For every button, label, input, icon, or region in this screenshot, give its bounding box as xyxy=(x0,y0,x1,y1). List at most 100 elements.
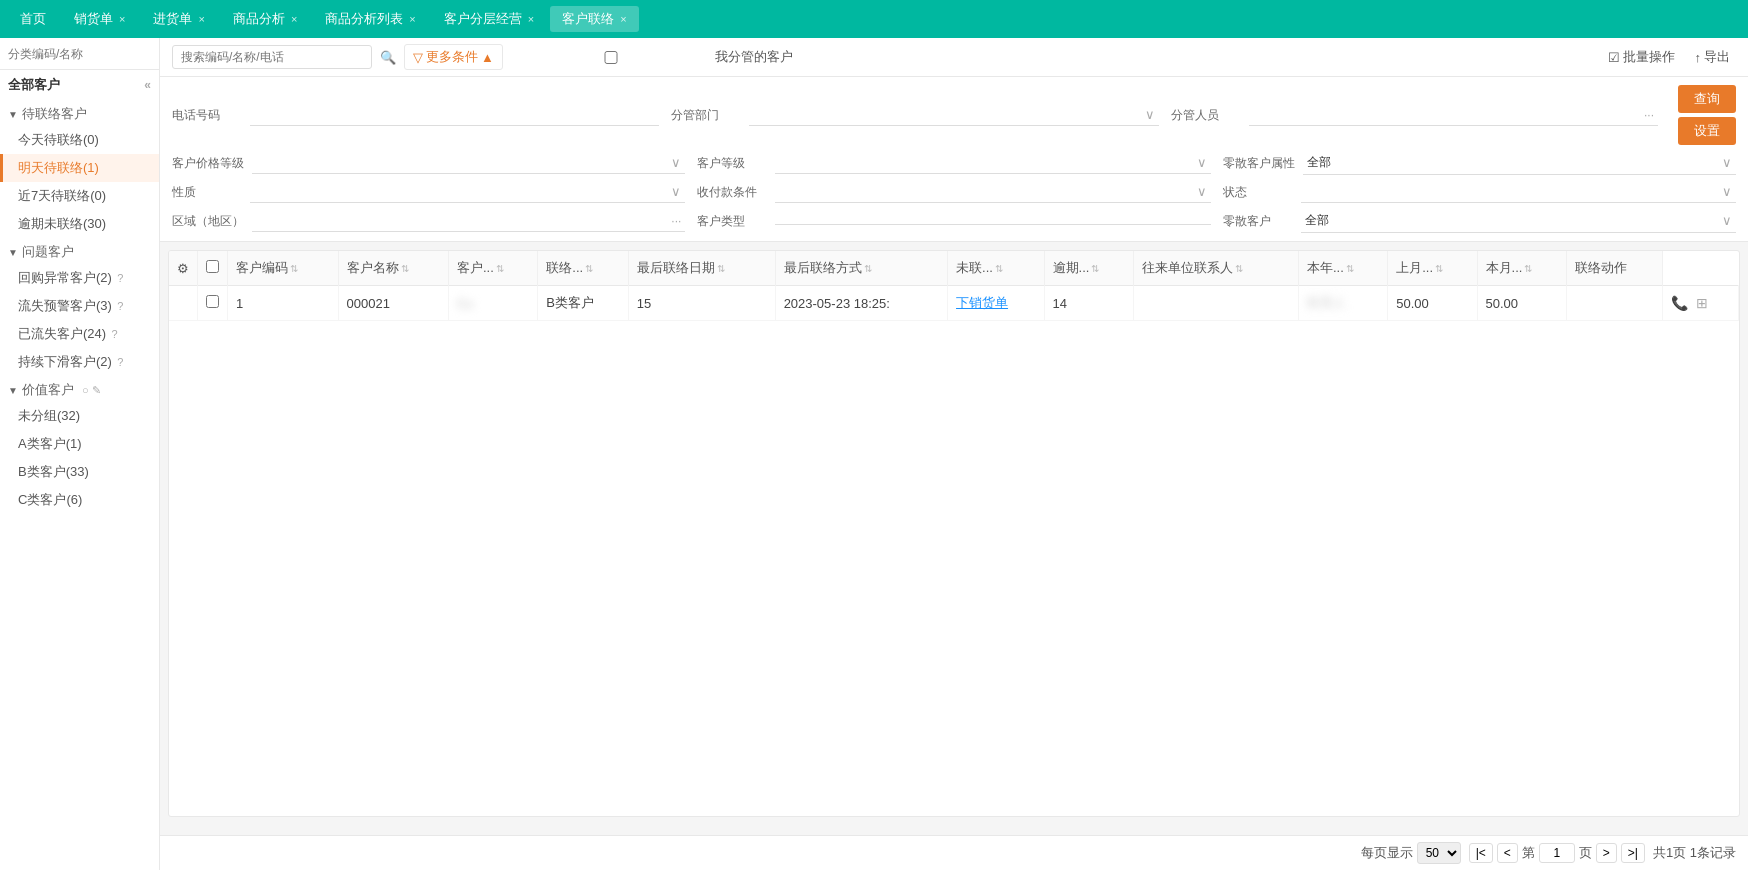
th-no-contact-days[interactable]: 未联...⇅ xyxy=(948,251,1045,286)
select-all-checkbox[interactable] xyxy=(206,260,219,273)
th-this-year[interactable]: 本年...⇅ xyxy=(1298,251,1387,286)
sidebar-item-c-class[interactable]: C类客户(6) xyxy=(0,486,159,514)
set-button[interactable]: 设置 xyxy=(1678,117,1736,145)
nav-product-analysis-list[interactable]: 商品分析列表 × xyxy=(313,6,427,32)
th-last-month[interactable]: 上月...⇅ xyxy=(1388,251,1477,286)
sidebar-item-already-lost[interactable]: 已流失客户(24) ? xyxy=(0,320,159,348)
row-last-month: 50.00 xyxy=(1477,286,1566,321)
customer-price-level-field: 客户价格等级 ∨ xyxy=(172,152,685,174)
filter-bar-right: ☑ 批量操作 ↑ 导出 xyxy=(1602,45,1737,69)
customer-type-select[interactable] xyxy=(775,218,1210,225)
nav-product-analysis[interactable]: 商品分析 × xyxy=(221,6,309,32)
close-customer-contact-icon[interactable]: × xyxy=(620,13,626,25)
sort-icon-thismonth: ⇅ xyxy=(1524,263,1532,274)
customer-price-level-select[interactable]: ∨ xyxy=(252,152,685,174)
row-checkbox[interactable] xyxy=(198,286,228,321)
more-conditions-btn[interactable]: ▽ 更多条件 ▲ xyxy=(404,44,503,70)
sidebar-item-tomorrow[interactable]: 明天待联络(1) xyxy=(0,154,159,182)
all-customers-header[interactable]: 全部客户 « xyxy=(0,70,159,100)
close-sales-order-icon[interactable]: × xyxy=(119,13,125,25)
nav-sales-order[interactable]: 销货单 × xyxy=(62,6,137,32)
table-row: 1 000021 Ea B类客户 15 2023-05-23 18:25: 下销… xyxy=(169,286,1739,321)
collapse-icon: « xyxy=(144,78,151,92)
nav-purchase-order[interactable]: 进货单 × xyxy=(141,6,216,32)
pending-contact-group[interactable]: ▼ 待联络客户 xyxy=(0,100,159,126)
page-size-select[interactable]: 50 xyxy=(1417,842,1461,864)
th-last-contact-date[interactable]: 最后联络日期⇅ xyxy=(628,251,775,286)
value-customers-group[interactable]: ▼ 价值客户 ○ ✎ xyxy=(0,376,159,402)
retail-attr-select[interactable]: 全部 ∨ xyxy=(1303,151,1736,175)
customer-price-level-label: 客户价格等级 xyxy=(172,155,244,172)
batch-op-button[interactable]: ☑ 批量操作 xyxy=(1602,45,1681,69)
sidebar-item-today[interactable]: 今天待联络(0) xyxy=(0,126,159,154)
filter-search-icon[interactable]: 🔍 xyxy=(380,50,396,65)
sidebar-item-b-class[interactable]: B类客户(33) xyxy=(0,458,159,486)
dots-icon2: ··· xyxy=(671,214,681,228)
th-customer-category[interactable]: 客户...⇅ xyxy=(449,251,538,286)
row-contact-count: 15 xyxy=(628,286,775,321)
main-layout: 🔍 全部客户 « ▼ 待联络客户 今天待联络(0) 明天待联络(1) 近7天待联… xyxy=(0,38,1748,870)
row-overdue xyxy=(1133,286,1298,321)
sidebar-item-repurchase[interactable]: 回购异常客户(2) ? xyxy=(0,264,159,292)
payment-cond-select[interactable]: ∨ xyxy=(775,181,1210,203)
nav-home[interactable]: 首页 xyxy=(8,6,58,32)
search-input[interactable] xyxy=(172,45,372,69)
sidebar-item-overdue[interactable]: 逾期未联络(30) xyxy=(0,210,159,238)
status-select[interactable]: ∨ xyxy=(1301,181,1736,203)
last-page-btn[interactable]: >| xyxy=(1621,843,1645,863)
th-gear[interactable]: ⚙ xyxy=(169,251,198,286)
th-overdue[interactable]: 逾期...⇅ xyxy=(1044,251,1133,286)
row-last-contact-date: 2023-05-23 18:25: xyxy=(775,286,947,321)
row-unit-contact: 联系人 xyxy=(1298,286,1387,321)
th-last-contact-method[interactable]: 最后联络方式⇅ xyxy=(775,251,947,286)
page-number-input[interactable] xyxy=(1539,843,1575,863)
region-label: 区域（地区） xyxy=(172,213,244,230)
grid-action-icon[interactable]: ⊞ xyxy=(1696,295,1708,311)
my-customers-check[interactable] xyxy=(511,51,711,64)
customer-level-select[interactable]: ∨ xyxy=(775,152,1210,174)
sidebar-item-unclassified[interactable]: 未分组(32) xyxy=(0,402,159,430)
page-size-label: 每页显示 xyxy=(1361,844,1413,862)
division-dept-label: 分管部门 xyxy=(671,107,741,124)
gender-select[interactable]: ∨ xyxy=(250,181,685,203)
nav-customer-stratification[interactable]: 客户分层经营 × xyxy=(432,6,546,32)
row-select-checkbox[interactable] xyxy=(206,295,219,308)
next-page-btn[interactable]: > xyxy=(1596,843,1617,863)
division-dept-select[interactable]: ∨ xyxy=(749,104,1158,126)
close-product-analysis-list-icon[interactable]: × xyxy=(409,13,415,25)
scroll-bar[interactable] xyxy=(160,825,1748,835)
th-contact-count[interactable]: 联络...⇅ xyxy=(538,251,628,286)
problem-customers-group[interactable]: ▼ 问题客户 xyxy=(0,238,159,264)
division-person-select[interactable]: ··· xyxy=(1249,105,1658,126)
close-product-analysis-icon[interactable]: × xyxy=(291,13,297,25)
close-purchase-order-icon[interactable]: × xyxy=(198,13,204,25)
sidebar-item-continued-down[interactable]: 持续下滑客户(2) ? xyxy=(0,348,159,376)
query-button[interactable]: 查询 xyxy=(1678,85,1736,113)
my-customers-checkbox[interactable]: 我分管的客户 xyxy=(511,48,793,66)
sidebar-item-week7[interactable]: 近7天待联络(0) xyxy=(0,182,159,210)
th-customer-name[interactable]: 客户名称⇅ xyxy=(338,251,449,286)
nav-customer-contact[interactable]: 客户联络 × xyxy=(550,6,638,32)
sidebar-item-lost-warning[interactable]: 流失预警客户(3) ? xyxy=(0,292,159,320)
th-unit-contact[interactable]: 往来单位联系人⇅ xyxy=(1133,251,1298,286)
sidebar-search-input[interactable] xyxy=(8,47,158,61)
retail-customer-select[interactable]: 全部 ∨ xyxy=(1301,209,1736,233)
division-dept-field: 分管部门 ∨ xyxy=(671,104,1158,126)
phone-action-icon[interactable]: 📞 xyxy=(1671,295,1688,311)
export-button[interactable]: ↑ 导出 xyxy=(1689,45,1737,69)
phone-input[interactable] xyxy=(250,105,659,126)
footer-page-size: 每页显示 50 xyxy=(1361,842,1461,864)
region-select[interactable]: ··· xyxy=(252,211,685,232)
chevron-down-icon2: ∨ xyxy=(671,155,681,170)
prev-page-btn[interactable]: < xyxy=(1497,843,1518,863)
th-this-month[interactable]: 本月...⇅ xyxy=(1477,251,1566,286)
page-suffix: 页 xyxy=(1579,844,1592,862)
th-checkbox[interactable] xyxy=(198,251,228,286)
row-last-contact-method[interactable]: 下销货单 xyxy=(948,286,1045,321)
row-action: 📞 ⊞ xyxy=(1663,286,1739,321)
close-customer-strat-icon[interactable]: × xyxy=(528,13,534,25)
dots-icon: ··· xyxy=(1644,108,1654,122)
first-page-btn[interactable]: |< xyxy=(1469,843,1493,863)
sidebar-item-a-class[interactable]: A类客户(1) xyxy=(0,430,159,458)
th-customer-code[interactable]: 客户编码⇅ xyxy=(228,251,339,286)
